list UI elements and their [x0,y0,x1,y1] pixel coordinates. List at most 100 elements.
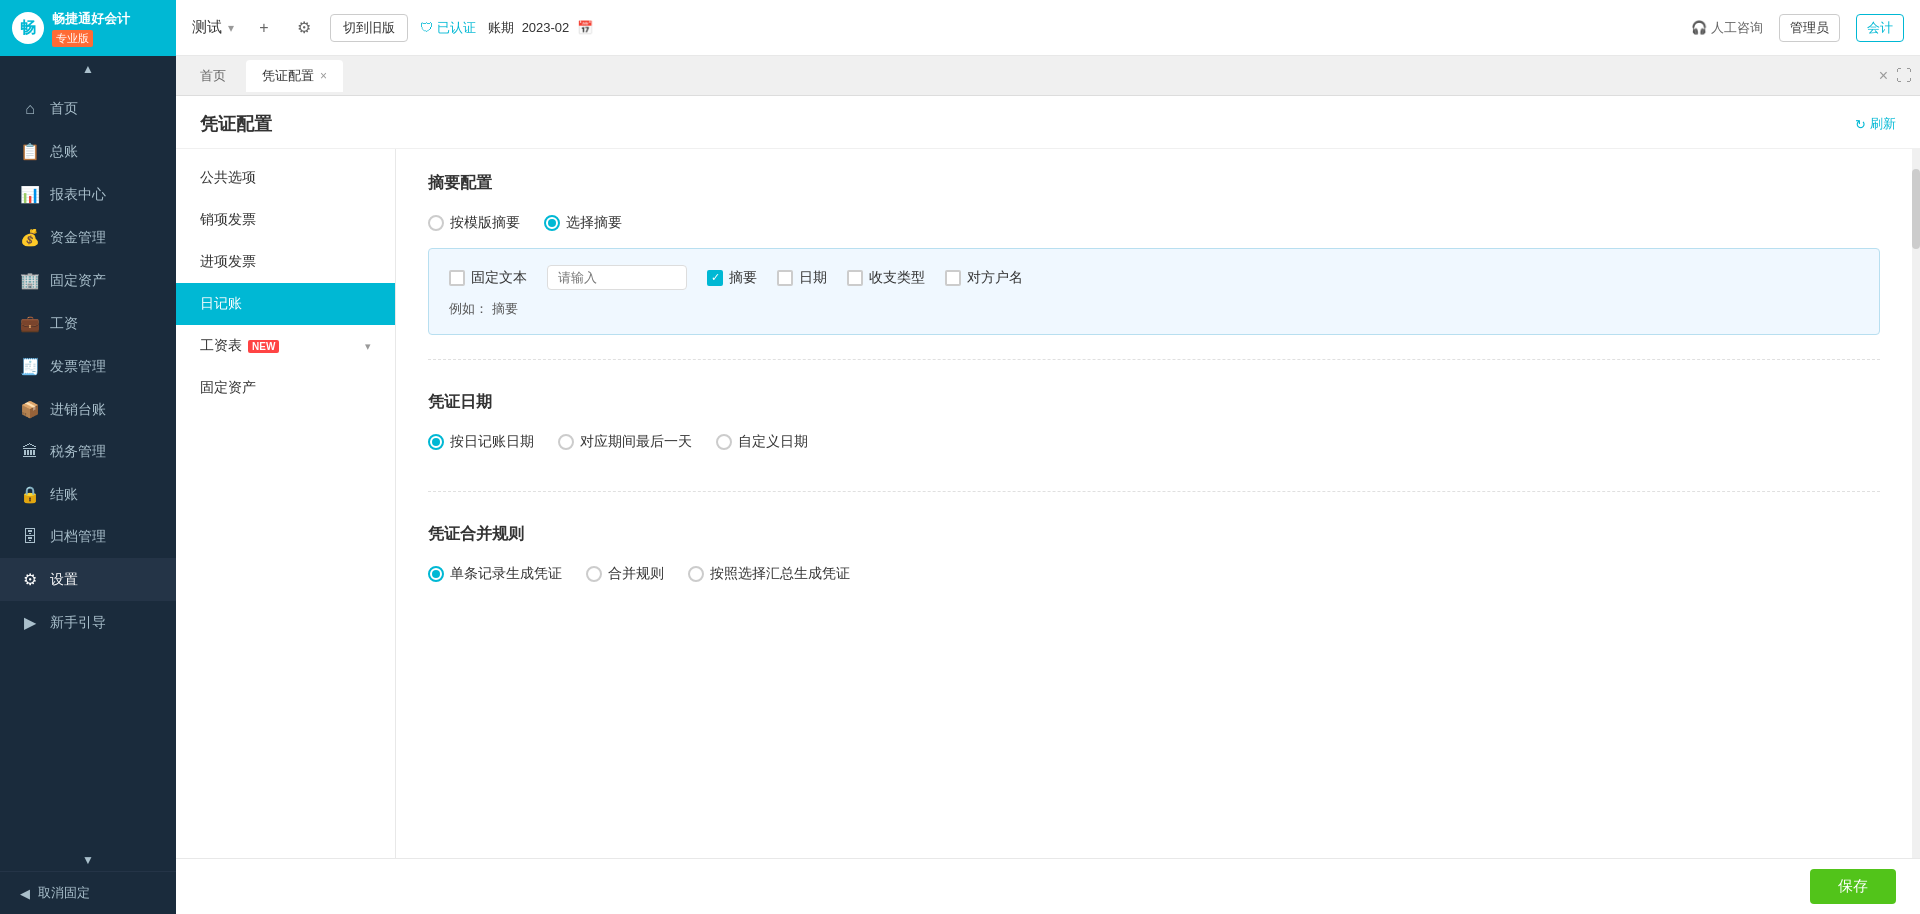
sidebar-item-home[interactable]: ⌂ 首页 [0,88,176,130]
consult-icon: 🎧 [1691,20,1707,35]
refresh-btn[interactable]: ↻ 刷新 [1855,115,1896,133]
example-text: 例如： 摘要 [449,300,1859,318]
summary-title: 摘要配置 [428,173,1880,194]
radio-single-record[interactable]: 单条记录生成凭证 [428,565,562,583]
fixed-text-input[interactable] [547,265,687,290]
calendar-icon[interactable]: 📅 [577,20,593,35]
tab-close-icon[interactable]: × [320,69,327,83]
sidebar-scroll-up[interactable]: ▲ [0,56,176,80]
sidebar-label-salary: 工资 [50,315,78,333]
checkbox-counterpart[interactable]: 对方户名 [945,269,1023,287]
tab-voucher-config[interactable]: 凭证配置 × [246,60,343,92]
sidebar-item-ledger[interactable]: 📋 总账 [0,130,176,173]
sidebar-item-invoice[interactable]: 🧾 发票管理 [0,345,176,388]
summary-checkbox-label: 摘要 [729,269,757,287]
radio-by-selection[interactable]: 按照选择汇总生成凭证 [688,565,850,583]
left-nav-fixed-asset[interactable]: 固定资产 [176,367,395,409]
window-expand-icon[interactable]: ⛶ [1896,67,1912,85]
radio-template-label: 按模版摘要 [450,214,520,232]
period-last-label: 对应期间最后一天 [580,433,692,451]
radio-select-label: 选择摘要 [566,214,622,232]
by-selection-label: 按照选择汇总生成凭证 [710,565,850,583]
fund-icon: 💰 [20,228,40,247]
left-nav-payroll[interactable]: 工资表 NEW ▾ [176,325,395,367]
period-label: 账期 [488,20,514,35]
window-close-icon[interactable]: × [1879,67,1888,85]
sidebar-item-settings[interactable]: ⚙ 设置 [0,558,176,601]
sidebar-item-asset[interactable]: 🏢 固定资产 [0,259,176,302]
sidebar-label-trade: 进销台账 [50,401,106,419]
topbar: 测试 ▾ + ⚙ 切到旧版 🛡 已认证 账期 2023-02 📅 [176,0,1920,56]
consult-btn[interactable]: 🎧 人工咨询 [1691,19,1763,37]
date-checkbox [777,270,793,286]
topbar-plus-btn[interactable]: + [250,14,278,42]
left-nav-public[interactable]: 公共选项 [176,157,395,199]
left-nav-purchase[interactable]: 进项发票 [176,241,395,283]
project-arrow-icon: ▾ [228,21,234,35]
left-nav-journal[interactable]: 日记账 [176,283,395,325]
sidebar-logo: 畅 畅捷通好会计 专业版 [0,0,176,56]
checkbox-payment-type[interactable]: 收支类型 [847,269,925,287]
example-value: 摘要 [492,301,518,316]
tab-home[interactable]: 首页 [184,60,242,92]
invoice-icon: 🧾 [20,357,40,376]
sidebar-item-close[interactable]: 🔒 结账 [0,473,176,516]
sidebar-scroll-down[interactable]: ▼ [0,847,176,871]
asset-icon: 🏢 [20,271,40,290]
radio-period-last[interactable]: 对应期间最后一天 [558,433,692,451]
merge-title: 凭证合并规则 [428,524,1880,545]
radio-journal-date[interactable]: 按日记账日期 [428,433,534,451]
page-content: 凭证配置 ↻ 刷新 公共选项 销项发票 进项发票 [176,96,1920,914]
sidebar-label-guide: 新手引导 [50,614,106,632]
project-name[interactable]: 测试 ▾ [192,18,234,37]
switch-old-version-btn[interactable]: 切到旧版 [330,14,408,42]
refresh-icon: ↻ [1855,117,1866,132]
date-label: 日期 [799,269,827,287]
sidebar-label-settings: 设置 [50,571,78,589]
sidebar-item-trade[interactable]: 📦 进销台账 [0,388,176,431]
left-nav-sales[interactable]: 销项发票 [176,199,395,241]
guide-icon: ▶ [20,613,40,632]
journal-date-circle [428,434,444,450]
payment-type-label: 收支类型 [869,269,925,287]
merge-rules-label: 合并规则 [608,565,664,583]
project-title: 测试 [192,18,222,37]
single-record-circle [428,566,444,582]
report-icon: 📊 [20,185,40,204]
radio-template-summary[interactable]: 按模版摘要 [428,214,520,232]
consult-label: 人工咨询 [1711,19,1763,37]
sidebar-item-report[interactable]: 📊 报表中心 [0,173,176,216]
sidebar-item-guide[interactable]: ▶ 新手引导 [0,601,176,644]
sidebar-label-asset: 固定资产 [50,272,106,290]
checkbox-fixed-text[interactable]: 固定文本 [449,269,527,287]
sidebar-item-archive[interactable]: 🗄 归档管理 [0,516,176,558]
radio-merge-rules[interactable]: 合并规则 [586,565,664,583]
merge-rules-circle [586,566,602,582]
fixed-text-label: 固定文本 [471,269,527,287]
merge-radio-group: 单条记录生成凭证 合并规则 按照选择汇总生成凭证 [428,565,1880,583]
page-header: 凭证配置 ↻ 刷新 [176,96,1920,149]
tab-voucher-label: 凭证配置 [262,67,314,85]
radio-custom-date[interactable]: 自定义日期 [716,433,808,451]
radio-select-circle [544,215,560,231]
user-btn[interactable]: 管理员 [1779,14,1840,42]
topbar-right: 🎧 人工咨询 管理员 会计 [1691,14,1904,42]
verified-badge: 🛡 已认证 [420,19,476,37]
role-btn[interactable]: 会计 [1856,14,1904,42]
sidebar-label-close: 结账 [50,486,78,504]
save-button[interactable]: 保存 [1810,869,1896,904]
trade-icon: 📦 [20,400,40,419]
sidebar-cancel-fixed[interactable]: ◀ 取消固定 [0,871,176,914]
period-info: 账期 2023-02 📅 [488,19,593,37]
tab-bar: 首页 凭证配置 × × ⛶ [176,56,1920,96]
merge-section: 凭证合并规则 单条记录生成凭证 合并规则 [428,524,1880,623]
checkbox-date[interactable]: 日期 [777,269,827,287]
right-scrollbar[interactable] [1912,149,1920,858]
cancel-fixed-icon: ◀ [20,886,30,901]
sidebar-item-salary[interactable]: 💼 工资 [0,302,176,345]
sidebar-item-tax[interactable]: 🏛 税务管理 [0,431,176,473]
sidebar-item-fund[interactable]: 💰 资金管理 [0,216,176,259]
checkbox-summary[interactable]: 摘要 [707,269,757,287]
radio-select-summary[interactable]: 选择摘要 [544,214,622,232]
topbar-settings-btn[interactable]: ⚙ [290,14,318,42]
